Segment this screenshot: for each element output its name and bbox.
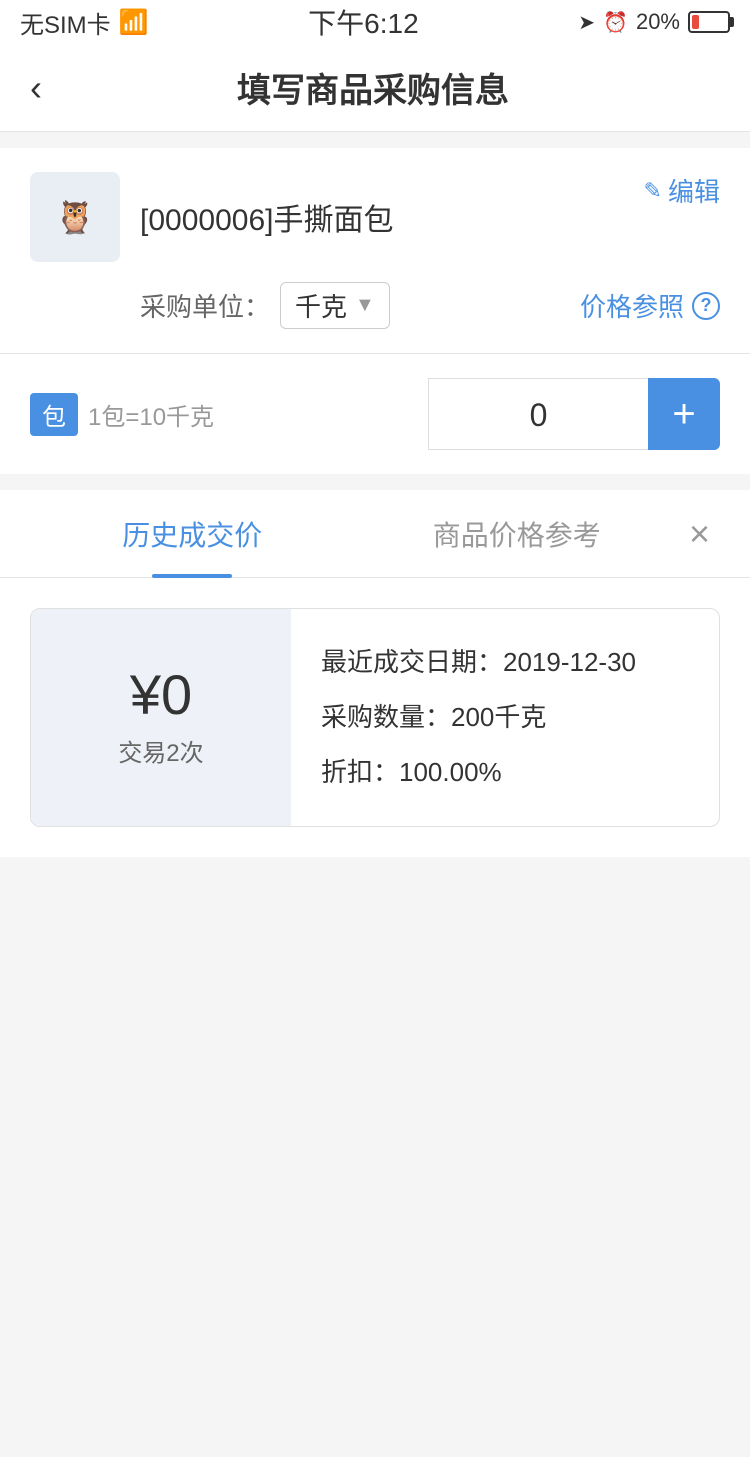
back-button[interactable]: ‹ [30,67,42,109]
qty-conversion: 1包=10千克 [88,397,214,432]
tab-bar: 历史成交价 商品价格参考 × [0,490,750,578]
status-bar: 无SIM卡 📶 下午6:12 ➤ ⏰ 20% [0,0,750,44]
product-thumb-icon: 🦉 [55,198,95,236]
price-ref-label: 价格参照 [580,287,684,324]
nav-bar: ‹ 填写商品采购信息 [0,44,750,132]
product-thumbnail: 🦉 [30,172,120,262]
qty-label: 采购数量： [321,702,451,732]
tab-close-button[interactable]: × [679,513,720,555]
bottom-space [0,857,750,1457]
edit-label: 编辑 [668,172,720,209]
purchase-unit-row: 采购单位： 千克 ▼ 价格参照 ? [140,282,720,329]
qty-input-group: 0 + [428,378,720,450]
battery-fill [692,15,699,29]
wifi-icon: 📶 [119,8,149,37]
price-ref-help-icon: ? [692,292,720,320]
product-section: 🦉 [0000006]手撕面包 ✎ 编辑 采购单位： 千克 ▼ 价格参照 ? [0,148,750,353]
tab1-label: 历史成交价 [122,514,262,554]
tab-section: 历史成交价 商品价格参考 × ¥0 交易2次 最近成交日期：2019-12-30… [0,490,750,857]
time-display: 下午6:12 [308,2,419,42]
product-header: 🦉 [0000006]手撕面包 ✎ 编辑 [30,172,720,262]
discount-value: 100.00% [399,757,502,787]
price-trades: 交易2次 [118,733,203,768]
product-name: [0000006]手撕面包 [140,195,393,239]
unit-label: 采购单位： [140,287,270,324]
status-left: 无SIM卡 📶 [20,5,149,40]
price-detail-date: 最近成交日期：2019-12-30 [321,643,689,682]
discount-label: 折扣： [321,757,399,787]
page-title: 填写商品采购信息 [62,63,684,112]
unit-select-dropdown[interactable]: 千克 ▼ [280,282,390,329]
date-value: 2019-12-30 [503,647,636,677]
price-amount: ¥0 [130,667,192,723]
unit-arrow-icon: ▼ [355,294,375,317]
battery-percent: 20% [636,9,680,35]
edit-button[interactable]: ✎ 编辑 [644,172,720,209]
price-detail-discount: 折扣：100.00% [321,753,689,792]
currency-symbol: ¥ [130,663,161,726]
alarm-icon: ⏰ [603,10,628,35]
unit-value: 千克 [295,287,347,324]
price-detail-qty: 采购数量：200千克 [321,698,689,737]
price-card-right: 最近成交日期：2019-12-30 采购数量：200千克 折扣：100.00% [291,609,719,826]
battery-icon [688,11,730,33]
tab2-label: 商品价格参考 [433,514,601,554]
price-reference-button[interactable]: 价格参照 ? [580,287,720,324]
qty-unit-badge: 包 [30,393,78,436]
qty-value: 200千克 [451,702,546,732]
price-value: 0 [161,663,192,726]
quantity-section: 包 1包=10千克 0 + [0,353,750,474]
qty-plus-button[interactable]: + [648,378,720,450]
product-left: 🦉 [0000006]手撕面包 [30,172,393,262]
edit-icon: ✎ [644,178,662,204]
quantity-row: 包 1包=10千克 0 + [0,353,750,474]
price-card-left: ¥0 交易2次 [31,609,291,826]
price-card-area: ¥0 交易2次 最近成交日期：2019-12-30 采购数量：200千克 折扣：… [0,578,750,857]
date-label: 最近成交日期： [321,647,503,677]
price-card: ¥0 交易2次 最近成交日期：2019-12-30 采购数量：200千克 折扣：… [30,608,720,827]
qty-input[interactable]: 0 [428,378,648,450]
status-right: ➤ ⏰ 20% [578,9,730,35]
tab-history-price[interactable]: 历史成交价 [30,490,354,578]
qty-unit-info: 包 1包=10千克 [30,393,214,436]
location-icon: ➤ [578,10,595,35]
carrier-label: 无SIM卡 [20,5,111,40]
tab-product-price-ref[interactable]: 商品价格参考 [354,490,678,578]
